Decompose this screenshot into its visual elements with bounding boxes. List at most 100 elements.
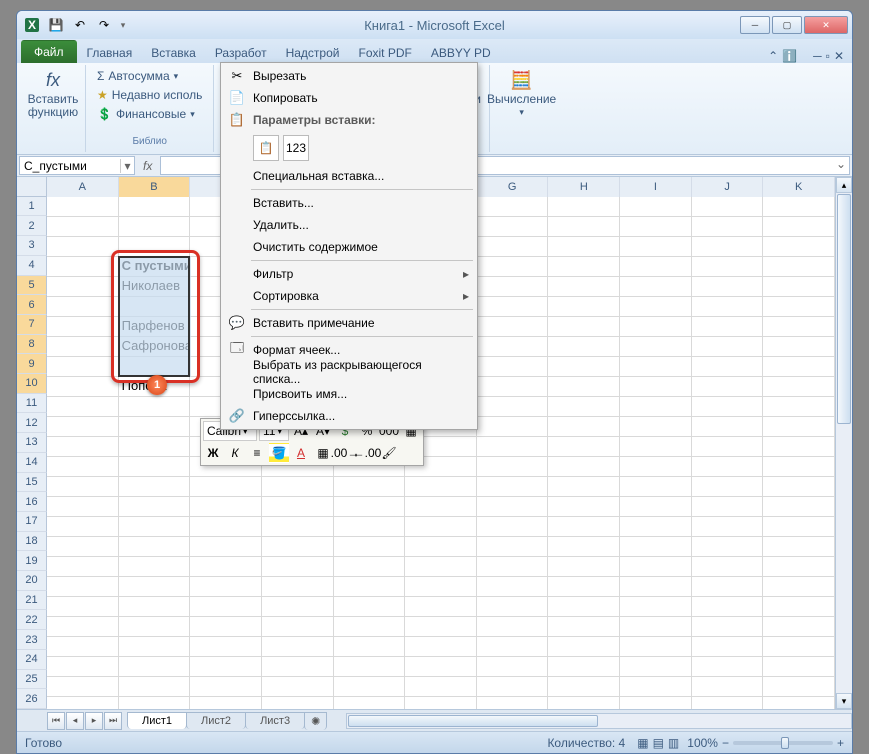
tab-developer[interactable]: Разработ: [206, 41, 276, 63]
cell-D16[interactable]: [262, 497, 334, 517]
cell-K21[interactable]: [763, 597, 835, 617]
cell-J4[interactable]: [692, 257, 764, 277]
cell-B6[interactable]: [119, 297, 191, 317]
cell-A14[interactable]: [47, 457, 119, 477]
view-normal-icon[interactable]: ▦: [637, 736, 648, 750]
redo-icon[interactable]: ↷: [93, 15, 115, 35]
cell-G26[interactable]: [477, 697, 549, 709]
sheet-tab-3[interactable]: Лист3: [245, 712, 305, 729]
cell-A2[interactable]: [47, 217, 119, 237]
row-header-7[interactable]: 7: [17, 315, 47, 335]
cell-K1[interactable]: [763, 197, 835, 217]
cell-K16[interactable]: [763, 497, 835, 517]
cell-J19[interactable]: [692, 557, 764, 577]
cell-A11[interactable]: [47, 397, 119, 417]
col-header-J[interactable]: J: [692, 177, 764, 197]
cell-A13[interactable]: [47, 437, 119, 457]
cell-F17[interactable]: [405, 517, 477, 537]
cell-C18[interactable]: [190, 537, 262, 557]
cell-I20[interactable]: [620, 577, 692, 597]
ctx-delete[interactable]: Удалить...: [223, 214, 475, 236]
cell-I2[interactable]: [620, 217, 692, 237]
cell-G23[interactable]: [477, 637, 549, 657]
cell-D24[interactable]: [262, 657, 334, 677]
cell-F18[interactable]: [405, 537, 477, 557]
cell-A15[interactable]: [47, 477, 119, 497]
workbook-close-icon[interactable]: ✕: [834, 49, 844, 63]
cell-G20[interactable]: [477, 577, 549, 597]
col-header-I[interactable]: I: [620, 177, 692, 197]
ctx-filter[interactable]: Фильтр▸: [223, 263, 475, 285]
cell-B18[interactable]: [119, 537, 191, 557]
ctx-hyperlink[interactable]: 🔗Гиперссылка...: [223, 405, 475, 427]
scroll-thumb[interactable]: [837, 194, 851, 424]
cell-J1[interactable]: [692, 197, 764, 217]
cell-G5[interactable]: [477, 277, 549, 297]
row-header-12[interactable]: 12: [17, 413, 47, 433]
cell-G1[interactable]: [477, 197, 549, 217]
cell-D23[interactable]: [262, 637, 334, 657]
row-header-20[interactable]: 20: [17, 571, 47, 591]
cell-H16[interactable]: [548, 497, 620, 517]
cell-I11[interactable]: [620, 397, 692, 417]
cell-H9[interactable]: [548, 357, 620, 377]
row-header-17[interactable]: 17: [17, 512, 47, 532]
cell-J25[interactable]: [692, 677, 764, 697]
cell-A26[interactable]: [47, 697, 119, 709]
cell-A3[interactable]: [47, 237, 119, 257]
cell-K19[interactable]: [763, 557, 835, 577]
row-header-13[interactable]: 13: [17, 433, 47, 453]
cell-B12[interactable]: [119, 417, 191, 437]
last-sheet-icon[interactable]: ⏭: [104, 712, 122, 730]
cell-I6[interactable]: [620, 297, 692, 317]
cell-G24[interactable]: [477, 657, 549, 677]
cell-G10[interactable]: [477, 377, 549, 397]
cell-I24[interactable]: [620, 657, 692, 677]
horizontal-scrollbar[interactable]: [346, 713, 852, 729]
workbook-minimize-icon[interactable]: ─: [813, 49, 822, 63]
cell-B14[interactable]: [119, 457, 191, 477]
view-pagebreak-icon[interactable]: ▥: [668, 736, 679, 750]
cell-A20[interactable]: [47, 577, 119, 597]
fill-color-icon[interactable]: 🪣: [269, 443, 289, 463]
financial-button[interactable]: 💲Финансовые▾: [92, 105, 207, 123]
col-header-B[interactable]: B: [119, 177, 191, 197]
cell-B22[interactable]: [119, 617, 191, 637]
cell-B15[interactable]: [119, 477, 191, 497]
cell-A9[interactable]: [47, 357, 119, 377]
ctx-comment[interactable]: 💬Вставить примечание: [223, 312, 475, 334]
cell-D19[interactable]: [262, 557, 334, 577]
cell-A12[interactable]: [47, 417, 119, 437]
cell-D21[interactable]: [262, 597, 334, 617]
cell-J17[interactable]: [692, 517, 764, 537]
cell-H12[interactable]: [548, 417, 620, 437]
ctx-copy[interactable]: 📄Копировать: [223, 87, 475, 109]
cell-J10[interactable]: [692, 377, 764, 397]
cell-H7[interactable]: [548, 317, 620, 337]
cell-A7[interactable]: [47, 317, 119, 337]
next-sheet-icon[interactable]: ▸: [85, 712, 103, 730]
row-header-24[interactable]: 24: [17, 650, 47, 670]
cell-H5[interactable]: [548, 277, 620, 297]
cell-J2[interactable]: [692, 217, 764, 237]
cell-H22[interactable]: [548, 617, 620, 637]
ctx-clear[interactable]: Очистить содержимое: [223, 236, 475, 258]
cell-F16[interactable]: [405, 497, 477, 517]
cell-K14[interactable]: [763, 457, 835, 477]
cell-A18[interactable]: [47, 537, 119, 557]
cell-E25[interactable]: [334, 677, 406, 697]
cell-G21[interactable]: [477, 597, 549, 617]
cell-K17[interactable]: [763, 517, 835, 537]
cell-B24[interactable]: [119, 657, 191, 677]
cell-I14[interactable]: [620, 457, 692, 477]
cell-I8[interactable]: [620, 337, 692, 357]
cell-E18[interactable]: [334, 537, 406, 557]
tab-file[interactable]: Файл: [21, 40, 77, 63]
cell-F19[interactable]: [405, 557, 477, 577]
cell-D17[interactable]: [262, 517, 334, 537]
cell-I5[interactable]: [620, 277, 692, 297]
cell-K9[interactable]: [763, 357, 835, 377]
ctx-insert[interactable]: Вставить...: [223, 192, 475, 214]
tab-abbyy[interactable]: ABBYY PD: [422, 41, 500, 63]
qat-dropdown-icon[interactable]: ▾: [117, 15, 129, 35]
